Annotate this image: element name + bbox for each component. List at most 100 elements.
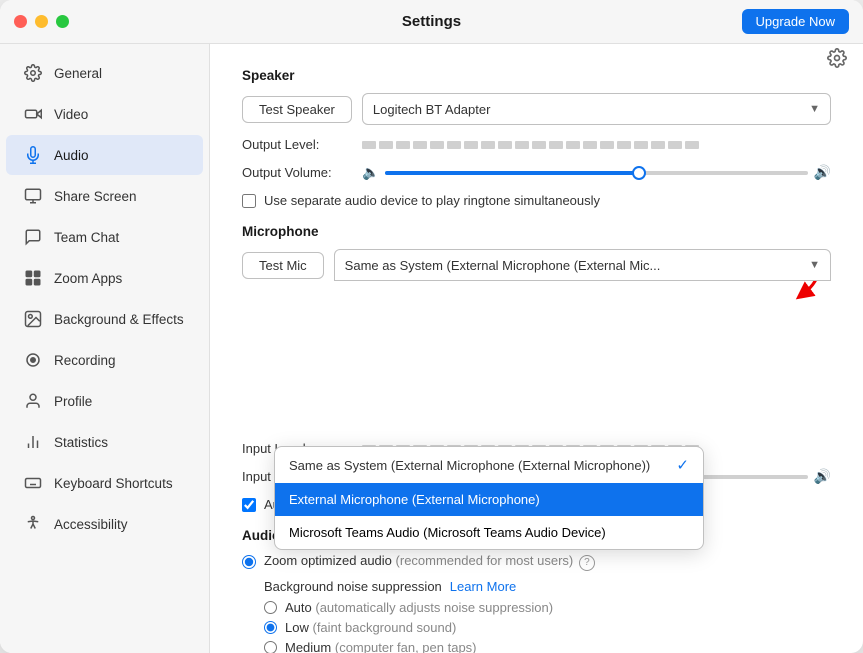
maximize-button[interactable] xyxy=(56,15,69,28)
speaker-device-text: Logitech BT Adapter xyxy=(373,102,809,117)
test-speaker-button[interactable]: Test Speaker xyxy=(242,96,352,123)
sidebar-item-keyboard-shortcuts[interactable]: Keyboard Shortcuts xyxy=(6,463,203,503)
video-icon xyxy=(22,103,44,125)
sidebar-label-profile: Profile xyxy=(54,394,92,409)
sidebar-label-video: Video xyxy=(54,107,88,122)
level-seg-10 xyxy=(515,141,529,149)
level-seg-11 xyxy=(532,141,546,149)
volume-low-icon: 🔈 xyxy=(362,164,379,181)
level-seg-6 xyxy=(447,141,461,149)
sidebar-item-video[interactable]: Video xyxy=(6,94,203,134)
speaker-label: Speaker xyxy=(242,68,831,83)
learn-more-link[interactable]: Learn More xyxy=(450,579,516,594)
sidebar-item-general[interactable]: General xyxy=(6,53,203,93)
level-seg-13 xyxy=(566,141,580,149)
sidebar-label-share-screen: Share Screen xyxy=(54,189,137,204)
sidebar-label-audio: Audio xyxy=(54,148,89,163)
mic-device-text: Same as System (External Microphone (Ext… xyxy=(345,258,809,273)
sidebar-item-profile[interactable]: Profile xyxy=(6,381,203,421)
noise-low-radio[interactable] xyxy=(264,621,277,634)
close-button[interactable] xyxy=(14,15,27,28)
noise-auto-radio[interactable] xyxy=(264,601,277,614)
mic-device-row: Test Mic Same as System (External Microp… xyxy=(242,249,831,281)
dropdown-item-3[interactable]: Microsoft Teams Audio (Microsoft Teams A… xyxy=(275,516,703,549)
upgrade-button[interactable]: Upgrade Now xyxy=(742,9,850,34)
main-layout: General Video Audio Share Screen xyxy=(0,44,863,653)
sidebar: General Video Audio Share Screen xyxy=(0,44,210,653)
sidebar-label-statistics: Statistics xyxy=(54,435,108,450)
level-seg-19 xyxy=(668,141,682,149)
sidebar-label-team-chat: Team Chat xyxy=(54,230,119,245)
output-level-label: Output Level: xyxy=(242,137,352,152)
statistics-icon xyxy=(22,431,44,453)
sidebar-label-zoom-apps: Zoom Apps xyxy=(54,271,122,286)
output-volume-fill xyxy=(385,171,638,175)
zoom-optimized-help-icon[interactable]: ? xyxy=(579,555,595,571)
zoom-optimized-row: Zoom optimized audio (recommended for mo… xyxy=(242,553,831,571)
speaker-dropdown-arrow: ▼ xyxy=(809,103,820,115)
output-volume-thumb[interactable] xyxy=(632,166,646,180)
sidebar-label-accessibility: Accessibility xyxy=(54,517,128,532)
sidebar-label-general: General xyxy=(54,66,102,81)
dropdown-check-icon: ✓ xyxy=(676,456,689,474)
level-seg-16 xyxy=(617,141,631,149)
mic-select[interactable]: Same as System (External Microphone (Ext… xyxy=(334,249,831,281)
level-seg-2 xyxy=(379,141,393,149)
gear-settings-icon[interactable] xyxy=(827,48,847,73)
test-mic-button[interactable]: Test Mic xyxy=(242,252,324,279)
level-seg-8 xyxy=(481,141,495,149)
input-volume-high-icon: 🔊 xyxy=(814,468,831,485)
zoom-apps-icon xyxy=(22,267,44,289)
separate-audio-row: Use separate audio device to play ringto… xyxy=(242,193,831,208)
level-seg-9 xyxy=(498,141,512,149)
zoom-optimized-radio[interactable] xyxy=(242,555,256,569)
noise-medium-row: Medium (computer fan, pen taps) xyxy=(264,640,831,653)
minimize-button[interactable] xyxy=(35,15,48,28)
noise-low-row: Low (faint background sound) xyxy=(264,620,831,635)
output-volume-label: Output Volume: xyxy=(242,165,352,180)
sidebar-item-background-effects[interactable]: Background & Effects xyxy=(6,299,203,339)
keyboard-shortcuts-icon xyxy=(22,472,44,494)
window-controls xyxy=(14,15,69,28)
level-seg-14 xyxy=(583,141,597,149)
mic-dropdown-arrow: ▼ xyxy=(809,259,820,271)
settings-window: Settings Upgrade Now General Video xyxy=(0,0,863,653)
level-seg-7 xyxy=(464,141,478,149)
noise-suppression-label: Background noise suppression Learn More xyxy=(264,579,831,594)
sidebar-item-accessibility[interactable]: Accessibility xyxy=(6,504,203,544)
separate-audio-checkbox[interactable] xyxy=(242,194,256,208)
level-seg-15 xyxy=(600,141,614,149)
output-volume-row: Output Volume: 🔈 🔊 xyxy=(242,164,831,181)
sidebar-item-recording[interactable]: Recording xyxy=(6,340,203,380)
level-seg-20 xyxy=(685,141,699,149)
dropdown-item-3-label: Microsoft Teams Audio (Microsoft Teams A… xyxy=(289,525,606,540)
sidebar-label-keyboard-shortcuts: Keyboard Shortcuts xyxy=(54,476,173,491)
background-effects-icon xyxy=(22,308,44,330)
sidebar-item-team-chat[interactable]: Team Chat xyxy=(6,217,203,257)
sidebar-item-share-screen[interactable]: Share Screen xyxy=(6,176,203,216)
dropdown-item-2[interactable]: External Microphone (External Microphone… xyxy=(275,483,703,516)
sidebar-item-zoom-apps[interactable]: Zoom Apps xyxy=(6,258,203,298)
team-chat-icon xyxy=(22,226,44,248)
speaker-select[interactable]: Logitech BT Adapter ▼ xyxy=(362,93,831,125)
level-seg-18 xyxy=(651,141,665,149)
share-screen-icon xyxy=(22,185,44,207)
recording-icon xyxy=(22,349,44,371)
dropdown-item-2-label: External Microphone (External Microphone… xyxy=(289,492,540,507)
sidebar-item-audio[interactable]: Audio xyxy=(6,135,203,175)
general-icon xyxy=(22,62,44,84)
titlebar: Settings Upgrade Now xyxy=(0,0,863,44)
output-level-row: Output Level: xyxy=(242,137,831,152)
noise-medium-radio[interactable] xyxy=(264,641,277,653)
noise-low-label: Low (faint background sound) xyxy=(285,620,456,635)
microphone-section: Microphone Test Mic Same as System (Exte… xyxy=(242,224,831,512)
profile-icon xyxy=(22,390,44,412)
sidebar-item-statistics[interactable]: Statistics xyxy=(6,422,203,462)
microphone-label: Microphone xyxy=(242,224,831,239)
sidebar-label-recording: Recording xyxy=(54,353,116,368)
output-volume-track[interactable] xyxy=(385,171,807,175)
content-area: Speaker Test Speaker Logitech BT Adapter… xyxy=(210,44,863,653)
level-seg-3 xyxy=(396,141,410,149)
auto-adjust-checkbox[interactable] xyxy=(242,498,256,512)
dropdown-item-1[interactable]: Same as System (External Microphone (Ext… xyxy=(275,447,703,483)
